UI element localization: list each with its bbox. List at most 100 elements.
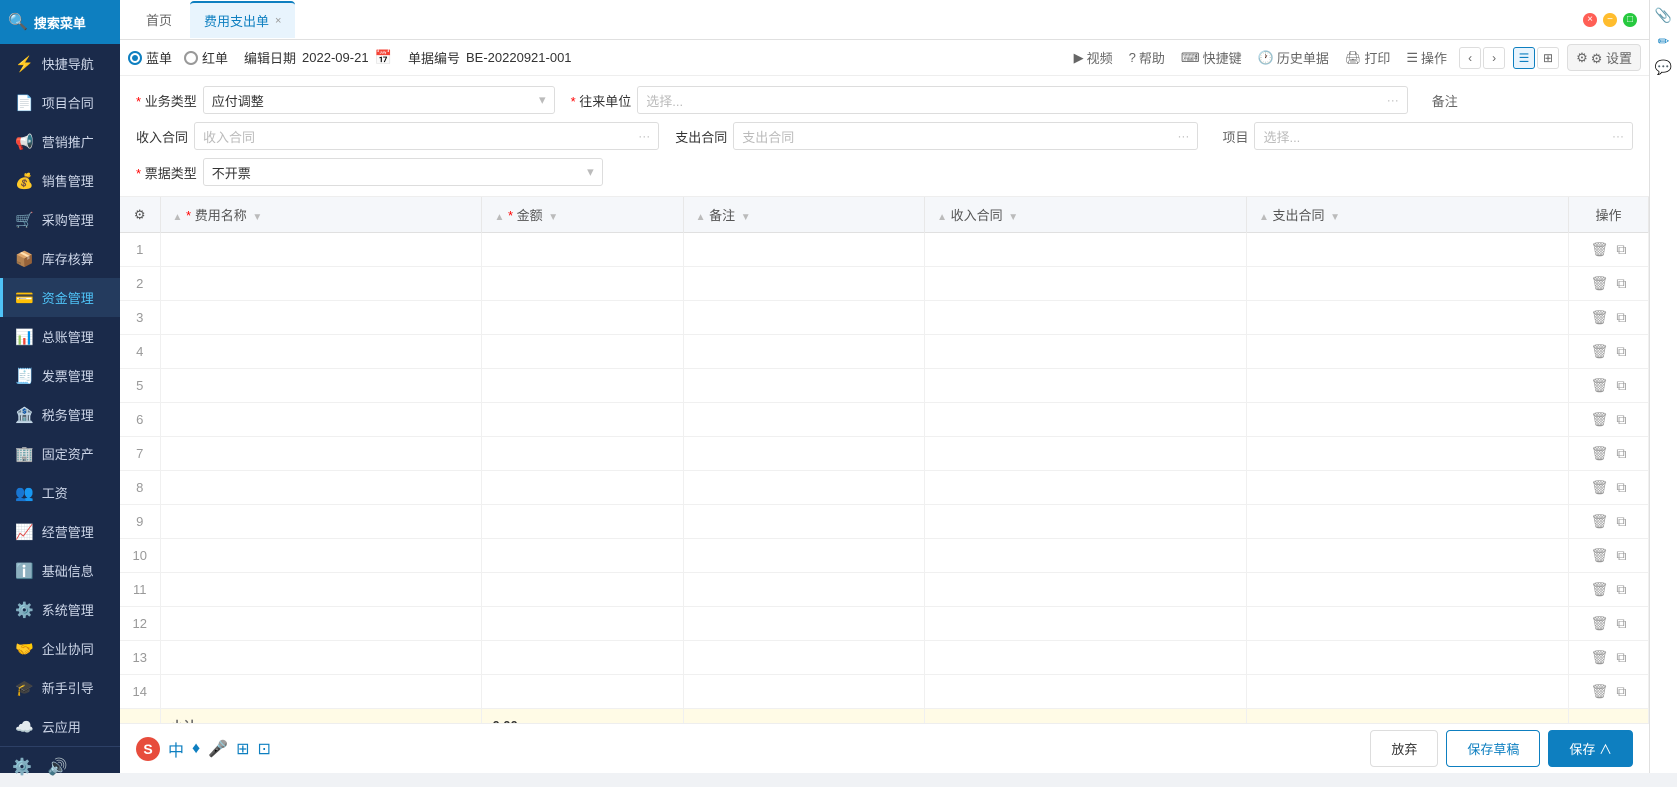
cell-amount-13[interactable] [482,641,683,675]
cell-income-contract-10[interactable] [925,539,1247,573]
cell-amount-6[interactable] [482,403,683,437]
delete-icon-11[interactable]: 🗑 [1591,581,1609,598]
help-btn[interactable]: ? 帮助 [1125,46,1169,69]
sidebar-header[interactable]: 🔍 搜索菜单 [0,0,120,44]
cell-income-contract-4[interactable] [925,335,1247,369]
sidebar-item-basic-info[interactable]: ℹ️ 基础信息 [0,551,120,590]
business-type-select[interactable]: 应付调整 ▾ [203,86,555,114]
cell-amount-12[interactable] [482,607,683,641]
sidebar-item-fixed-assets[interactable]: 🏢 固定资产 [0,434,120,473]
cell-income-contract-2[interactable] [925,267,1247,301]
cell-expense-contract-11[interactable] [1247,573,1569,607]
copy-icon-5[interactable]: ⧉ [1616,377,1626,394]
delete-icon-1[interactable]: 🗑 [1591,241,1609,258]
col-sort-up[interactable]: ▲ [173,212,183,223]
cell-expense-contract-14[interactable] [1247,675,1569,709]
amount-sort-up[interactable]: ▲ [494,212,504,223]
income-sort-up[interactable]: ▲ [937,212,947,223]
cell-note-6[interactable] [683,403,924,437]
view-list-btn[interactable]: ☰ [1513,47,1535,69]
cell-income-contract-13[interactable] [925,641,1247,675]
sidebar-item-purchase-mgmt[interactable]: 🛒 采购管理 [0,200,120,239]
history-btn[interactable]: 🕐 历史单据 [1254,46,1333,69]
video-btn[interactable]: ▶ 视频 [1070,46,1117,69]
cell-income-contract-11[interactable] [925,573,1247,607]
copy-icon-13[interactable]: ⧉ [1616,649,1626,666]
cell-income-contract-3[interactable] [925,301,1247,335]
cell-amount-1[interactable] [482,233,683,267]
sidebar-item-invoice[interactable]: 🧾 发票管理 [0,356,120,395]
sidebar-item-marketing[interactable]: 📢 营销推广 [0,122,120,161]
cell-expense-contract-9[interactable] [1247,505,1569,539]
cell-income-contract-7[interactable] [925,437,1247,471]
cell-expense-contract-5[interactable] [1247,369,1569,403]
delete-icon-9[interactable]: 🗑 [1591,513,1609,530]
cell-income-contract-6[interactable] [925,403,1247,437]
sidebar-item-inventory[interactable]: 📦 库存核算 [0,239,120,278]
cell-expense-contract-2[interactable] [1247,267,1569,301]
delete-icon-3[interactable]: 🗑 [1591,309,1609,326]
cell-amount-14[interactable] [482,675,683,709]
copy-icon-3[interactable]: ⧉ [1616,309,1626,326]
delete-icon-12[interactable]: 🗑 [1591,615,1609,632]
delete-icon-5[interactable]: 🗑 [1591,377,1609,394]
nav-next[interactable]: › [1483,47,1505,69]
delete-icon-10[interactable]: 🗑 [1591,547,1609,564]
cell-expense-name-3[interactable] [160,301,482,335]
abandon-btn[interactable]: 放弃 [1370,730,1438,767]
invoice-type-select[interactable]: 不开票 ▾ [203,158,603,186]
cell-income-contract-14[interactable] [925,675,1247,709]
copy-icon-12[interactable]: ⧉ [1616,615,1626,632]
project-input[interactable]: 选择... ··· [1254,122,1633,150]
copy-icon-14[interactable]: ⧉ [1616,683,1626,700]
sidebar-item-sales-mgmt[interactable]: 💰 销售管理 [0,161,120,200]
cell-expense-contract-3[interactable] [1247,301,1569,335]
view-grid-btn[interactable]: ⊞ [1537,47,1559,69]
copy-icon-2[interactable]: ⧉ [1616,275,1626,292]
cell-expense-name-8[interactable] [160,471,482,505]
cell-amount-2[interactable] [482,267,683,301]
win-maximize-btn[interactable]: □ [1623,13,1637,27]
cell-income-contract-5[interactable] [925,369,1247,403]
cell-note-12[interactable] [683,607,924,641]
print-btn[interactable]: 🖨 打印 [1341,46,1395,69]
sidebar-item-new-guide[interactable]: 🎓 新手引导 [0,668,120,707]
expense-sort-down[interactable]: ▼ [1330,212,1340,223]
cell-amount-5[interactable] [482,369,683,403]
cell-note-1[interactable] [683,233,924,267]
cell-note-5[interactable] [683,369,924,403]
cell-note-10[interactable] [683,539,924,573]
income-sort-down[interactable]: ▼ [1008,212,1018,223]
cell-expense-name-12[interactable] [160,607,482,641]
cell-amount-10[interactable] [482,539,683,573]
copy-icon-9[interactable]: ⧉ [1616,513,1626,530]
copy-icon-10[interactable]: ⧉ [1616,547,1626,564]
cell-income-contract-9[interactable] [925,505,1247,539]
expense-contract-input[interactable]: 支出合同 ··· [733,122,1198,150]
cell-expense-name-10[interactable] [160,539,482,573]
tab-expense-voucher[interactable]: 费用支出单 × [190,1,295,38]
cell-note-11[interactable] [683,573,924,607]
date-value[interactable]: 2022-09-21 [302,50,369,65]
calendar-icon[interactable]: 📅 [375,49,392,66]
cell-note-4[interactable] [683,335,924,369]
settings-icon[interactable]: ⚙️ [12,757,32,777]
cell-amount-11[interactable] [482,573,683,607]
col-sort-down[interactable]: ▼ [252,212,262,223]
delete-icon-13[interactable]: 🗑 [1591,649,1609,666]
cell-expense-contract-13[interactable] [1247,641,1569,675]
copy-icon-7[interactable]: ⧉ [1616,445,1626,462]
cell-amount-8[interactable] [482,471,683,505]
cell-note-7[interactable] [683,437,924,471]
tab-home[interactable]: 首页 [132,2,186,37]
win-minimize-btn[interactable]: − [1603,13,1617,27]
delete-icon-4[interactable]: 🗑 [1591,343,1609,360]
cell-expense-contract-8[interactable] [1247,471,1569,505]
radio-blue[interactable]: 蓝单 [128,48,172,67]
col-settings[interactable]: ⚙ [120,197,160,233]
shortcut-btn[interactable]: ⌨ 快捷键 [1177,46,1246,69]
settings-btn[interactable]: ⚙ ⚙ 设置 [1567,44,1641,71]
nav-prev[interactable]: ‹ [1459,47,1481,69]
sidebar-item-cloud-apps[interactable]: ☁️ 云应用 [0,707,120,746]
note-sort-up[interactable]: ▲ [696,212,706,223]
